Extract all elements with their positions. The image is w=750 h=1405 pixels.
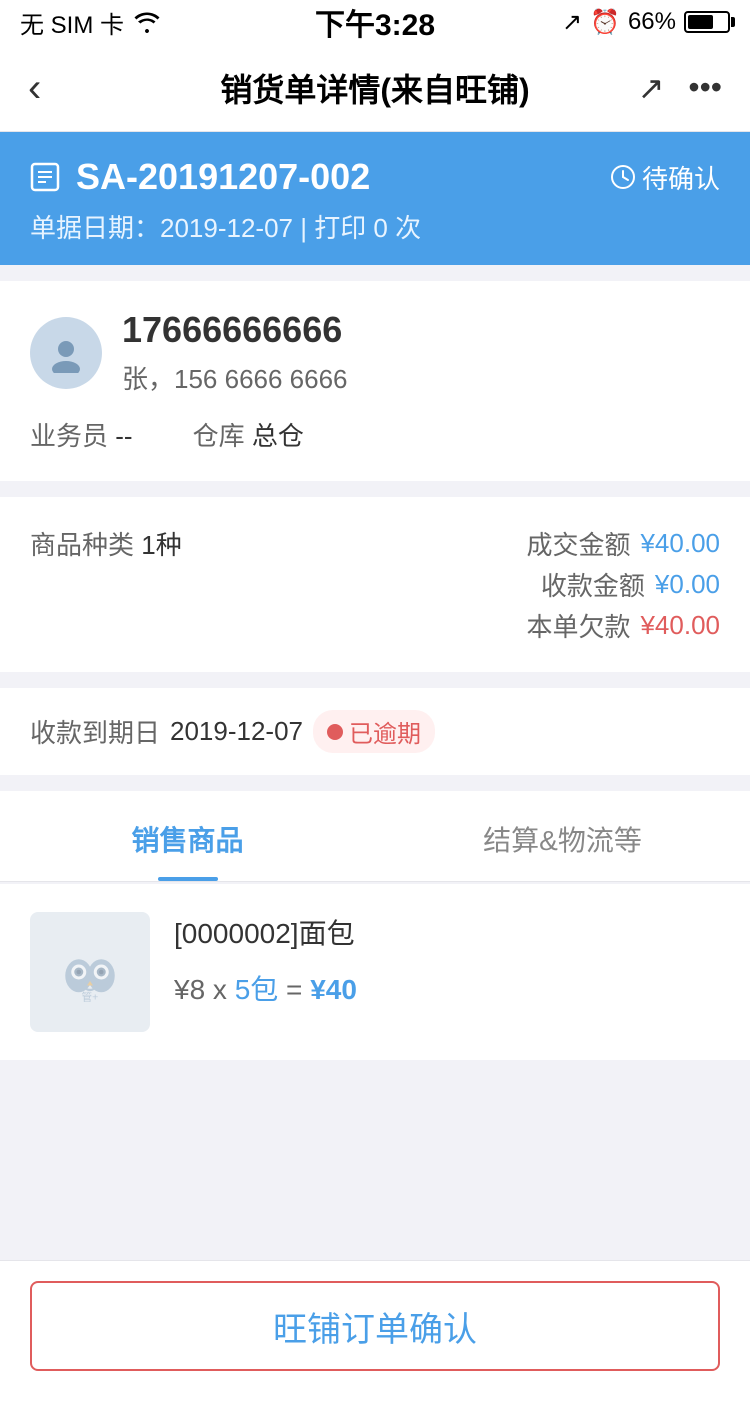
- product-info: [0000002]面包 ¥8 x 5包 = ¥40: [174, 912, 720, 1008]
- warehouse-value: 总仓: [252, 421, 304, 451]
- wifi-icon: [132, 11, 162, 33]
- stats-left: 商品种类 1种: [30, 525, 526, 644]
- quantity-value: 5包: [235, 974, 279, 1005]
- order-id: SA-20191207-002: [30, 156, 370, 198]
- product-section: 管+ [0000002]面包 ¥8 x 5包 = ¥40: [0, 884, 750, 1060]
- salesperson-value: --: [115, 421, 132, 451]
- share-icon[interactable]: ↗︎: [638, 69, 665, 107]
- price-total: ¥40: [310, 974, 357, 1005]
- customer-section: 17666666666 张，156 6666 6666 业务员 -- 仓库 总仓: [0, 281, 750, 481]
- product-item: 管+ [0000002]面包 ¥8 x 5包 = ¥40: [30, 912, 720, 1032]
- product-count-item: 商品种类 1种: [30, 525, 526, 562]
- status-bar-time: 下午3:28: [315, 0, 435, 44]
- equals-sign: =: [278, 974, 310, 1005]
- product-name: [0000002]面包: [174, 912, 720, 952]
- customer-meta: 业务员 -- 仓库 总仓: [30, 412, 720, 453]
- battery-percent: 66%: [628, 8, 676, 36]
- overdue-dot-icon: [327, 724, 343, 740]
- product-image: 管+: [50, 942, 130, 1002]
- product-thumbnail: 管+: [30, 912, 150, 1032]
- svg-text:管+: 管+: [82, 991, 99, 1003]
- location-icon: ↗: [562, 8, 582, 37]
- due-date-section: 收款到期日 2019-12-07 已逾期: [0, 688, 750, 775]
- receipt-amount-label: 收款金额: [541, 566, 645, 603]
- deal-amount-value: ¥40.00: [640, 528, 720, 559]
- customer-info: 17666666666 张，156 6666 6666: [122, 309, 348, 396]
- due-date-label: 收款到期日: [30, 713, 160, 750]
- overdue-badge: 已逾期: [313, 710, 435, 753]
- more-icon[interactable]: •••: [688, 69, 722, 106]
- status-bar: 无 SIM 卡 下午3:28 ↗ ⏰ 66%: [0, 0, 750, 44]
- overdue-label: 已逾期: [349, 714, 421, 749]
- content-spacer: [0, 1060, 750, 1260]
- tab-products[interactable]: 销售商品: [0, 791, 375, 881]
- battery-icon: [684, 11, 730, 33]
- status-bar-left: 无 SIM 卡: [20, 5, 162, 40]
- tab-settlement[interactable]: 结算&物流等: [375, 791, 750, 881]
- deal-amount-label: 成交金额: [526, 525, 630, 562]
- order-header-card: SA-20191207-002 待确认 单据日期：2019-12-07 | 打印…: [0, 132, 750, 265]
- receipt-amount-value: ¥0.00: [655, 569, 720, 600]
- stats-right: 成交金额 ¥40.00 收款金额 ¥0.00 本单欠款 ¥40.00: [526, 525, 720, 644]
- price-base: ¥8 x: [174, 974, 235, 1005]
- product-price: ¥8 x 5包 = ¥40: [174, 968, 720, 1008]
- status-bar-right: ↗ ⏰ 66%: [562, 8, 730, 37]
- confirm-order-button[interactable]: 旺铺订单确认: [30, 1281, 720, 1371]
- nav-bar: ‹ 销货单详情(来自旺铺) ↗︎ •••: [0, 44, 750, 132]
- stats-section: 商品种类 1种 成交金额 ¥40.00 收款金额 ¥0.00 本单欠款 ¥40.…: [0, 497, 750, 672]
- balance-due-label: 本单欠款: [526, 607, 630, 644]
- alarm-icon: ⏰: [590, 8, 620, 37]
- deal-amount-row: 成交金额 ¥40.00: [526, 525, 720, 562]
- back-button[interactable]: ‹: [28, 68, 41, 108]
- customer-top: 17666666666 张，156 6666 6666: [30, 309, 720, 396]
- bottom-bar: 旺铺订单确认: [0, 1260, 750, 1405]
- salesperson-item: 业务员 --: [30, 416, 133, 453]
- battery-fill: [688, 15, 713, 29]
- due-date-value: 2019-12-07: [170, 716, 303, 747]
- receipt-amount-row: 收款金额 ¥0.00: [541, 566, 720, 603]
- tabs-section: 销售商品 结算&物流等: [0, 791, 750, 882]
- document-icon: [30, 162, 66, 192]
- order-header-top: SA-20191207-002 待确认: [30, 156, 720, 198]
- product-count-label: 商品种类: [30, 530, 134, 560]
- customer-phone: 17666666666: [122, 309, 348, 351]
- carrier-label: 无 SIM 卡: [20, 5, 124, 40]
- avatar: [30, 317, 102, 389]
- balance-due-value: ¥40.00: [640, 610, 720, 641]
- customer-name-detail: 张，156 6666 6666: [122, 359, 348, 396]
- order-date: 单据日期：2019-12-07 | 打印 0 次: [30, 208, 720, 245]
- order-status: 待确认: [610, 159, 720, 196]
- balance-due-row: 本单欠款 ¥40.00: [526, 607, 720, 644]
- clock-icon: [610, 164, 636, 190]
- product-count-value: 1种: [141, 530, 181, 560]
- warehouse-label: 仓库: [193, 421, 245, 451]
- salesperson-label: 业务员: [30, 421, 108, 451]
- nav-actions: ↗︎ •••: [638, 69, 722, 107]
- page-title: 销货单详情(来自旺铺): [220, 65, 529, 111]
- warehouse-item: 仓库 总仓: [193, 416, 304, 453]
